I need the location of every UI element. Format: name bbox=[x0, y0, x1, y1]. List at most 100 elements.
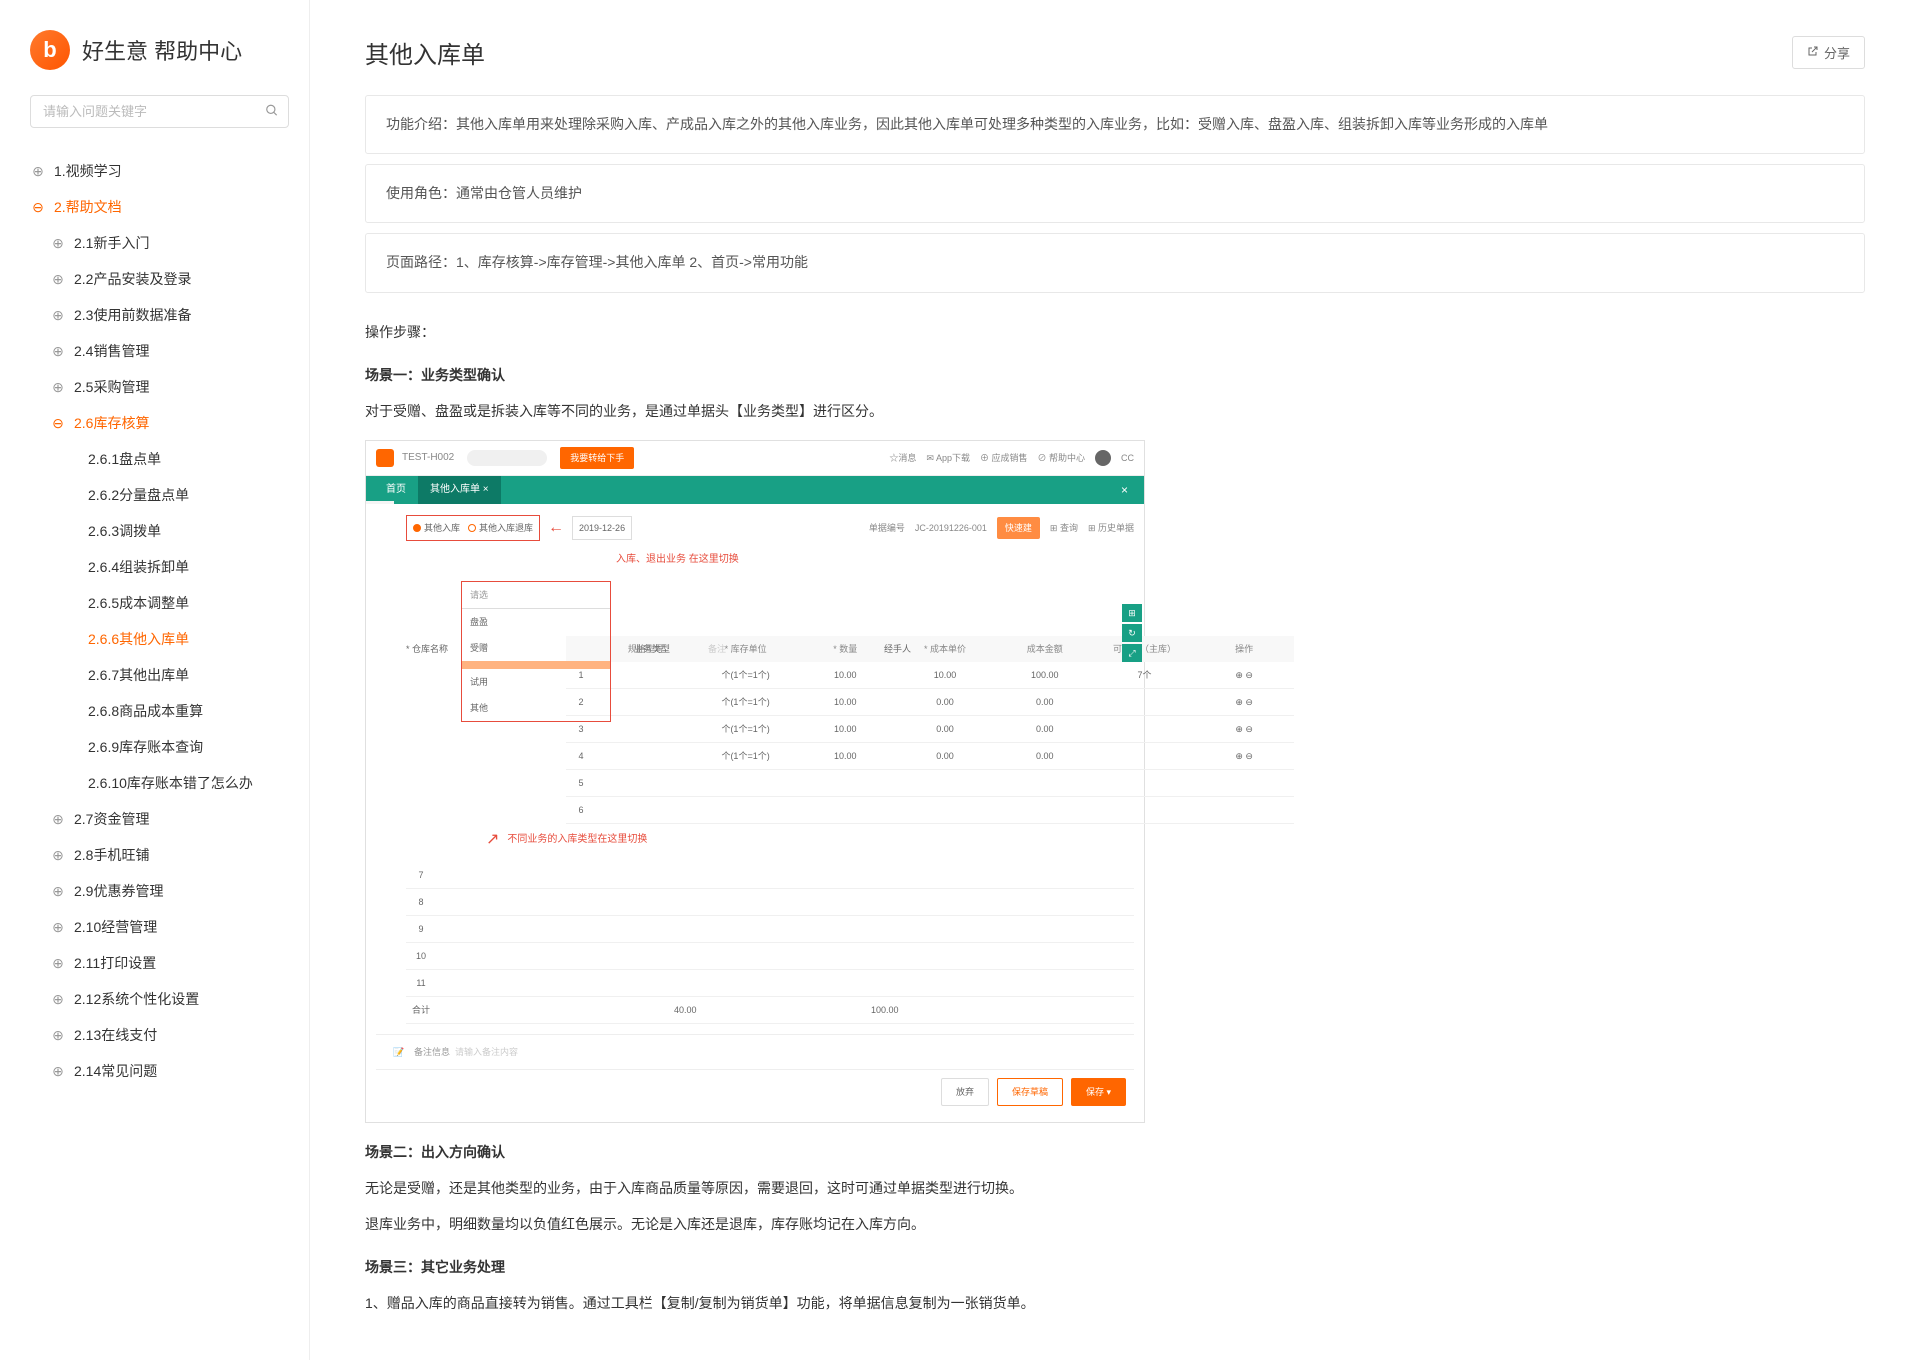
nav-2-6-10[interactable]: 2.6.10库存账本错了怎么办 bbox=[30, 765, 289, 801]
ss-topbar: TEST-H002 我要转给下手 ☆消息 ✉ App下载 ⊕ 应成销售 ⊘ 帮助… bbox=[366, 441, 1144, 476]
plus-icon: ⊕ bbox=[30, 163, 46, 179]
nav-video[interactable]: ⊕1.视频学习 bbox=[30, 153, 289, 189]
nav-2-6-6[interactable]: 2.6.6其他入库单 bbox=[30, 621, 289, 657]
nav-2-10[interactable]: ⊕2.10经营管理 bbox=[30, 909, 289, 945]
plus-icon: ⊕ bbox=[50, 955, 66, 971]
ss-dropdown: 请选 盘盈 受赠 试用 其他 bbox=[461, 581, 611, 722]
nav-2-2[interactable]: ⊕2.2产品安装及登录 bbox=[30, 261, 289, 297]
nav-2-1[interactable]: ⊕2.1新手入门 bbox=[30, 225, 289, 261]
path-box: 页面路径：1、库存核算->库存管理->其他入库单 2、首页->常用功能 bbox=[365, 233, 1865, 292]
plus-icon: ⊕ bbox=[50, 1063, 66, 1079]
nav-2-6-5[interactable]: 2.6.5成本调整单 bbox=[30, 585, 289, 621]
arrow-icon: ↗ bbox=[486, 824, 499, 856]
nav-2-12[interactable]: ⊕2.12系统个性化设置 bbox=[30, 981, 289, 1017]
embedded-screenshot: TEST-H002 我要转给下手 ☆消息 ✉ App下载 ⊕ 应成销售 ⊘ 帮助… bbox=[365, 440, 1145, 1123]
share-button[interactable]: 分享 bbox=[1792, 36, 1865, 69]
steps-label: 操作步骤： bbox=[365, 318, 1865, 346]
nav-2-6-9[interactable]: 2.6.9库存账本查询 bbox=[30, 729, 289, 765]
ss-date: 2019-12-26 bbox=[572, 516, 632, 540]
nav-2-11[interactable]: ⊕2.11打印设置 bbox=[30, 945, 289, 981]
scene2-text1: 无论是受赠，还是其他类型的业务，由于入库商品质量等原因，需要退回，这时可通过单据… bbox=[365, 1174, 1865, 1202]
ss-company: TEST-H002 bbox=[402, 448, 454, 468]
ss-type-selector: 其他入库 其他入库退库 bbox=[406, 515, 540, 541]
sidebar: b 好生意 帮助中心 ⊕1.视频学习 ⊖2.帮助文档 ⊕2.1新手入门 ⊕2.2… bbox=[0, 0, 310, 1360]
ss-annotation-1: 入库、退出业务 在这里切换 bbox=[616, 550, 739, 570]
logo: b 好生意 帮助中心 bbox=[30, 30, 289, 70]
plus-icon: ⊕ bbox=[50, 919, 66, 935]
scene2-title: 场景二：出入方向确认 bbox=[365, 1138, 1865, 1166]
nav-2-6-1[interactable]: 2.6.1盘点单 bbox=[30, 441, 289, 477]
ss-tabbar: 首页 其他入库单 × × bbox=[366, 476, 1144, 504]
ss-right-rail: ⊞ ↻ ⤢ bbox=[1122, 604, 1144, 662]
ss-tab-home: 首页 bbox=[374, 476, 418, 504]
arrow-icon: ← bbox=[548, 512, 564, 544]
minus-icon: ⊖ bbox=[50, 415, 66, 431]
ss-tool-icon: ↻ bbox=[1122, 624, 1142, 642]
plus-icon: ⊕ bbox=[50, 991, 66, 1007]
nav-2-9[interactable]: ⊕2.9优惠券管理 bbox=[30, 873, 289, 909]
plus-icon: ⊕ bbox=[50, 307, 66, 323]
plus-icon: ⊕ bbox=[50, 847, 66, 863]
ss-tool-icon: ⤢ bbox=[1122, 644, 1142, 662]
ss-username: CC bbox=[1121, 449, 1134, 467]
scene3-title: 场景三：其它业务处理 bbox=[365, 1253, 1865, 1281]
ss-annotation-2: 不同业务的入库类型在这里切换 bbox=[507, 830, 647, 850]
nav-2-6-3[interactable]: 2.6.3调拨单 bbox=[30, 513, 289, 549]
plus-icon: ⊕ bbox=[50, 271, 66, 287]
ss-buttons: 放弃 保存草稿 保存 ▾ bbox=[376, 1069, 1134, 1114]
nav-docs[interactable]: ⊖2.帮助文档 bbox=[30, 189, 289, 225]
nav-2-8[interactable]: ⊕2.8手机旺铺 bbox=[30, 837, 289, 873]
ss-tab-current: 其他入库单 × bbox=[418, 476, 501, 504]
role-box: 使用角色：通常由仓管人员维护 bbox=[365, 164, 1865, 223]
nav-2-7[interactable]: ⊕2.7资金管理 bbox=[30, 801, 289, 837]
search-icon[interactable] bbox=[265, 103, 279, 120]
ss-top-btn: 我要转给下手 bbox=[560, 447, 634, 469]
nav-2-14[interactable]: ⊕2.14常见问题 bbox=[30, 1053, 289, 1089]
scene2-text2: 退库业务中，明细数量均以负值红色展示。无论是入库还是退库，库存账均记在入库方向。 bbox=[365, 1210, 1865, 1238]
plus-icon: ⊕ bbox=[50, 379, 66, 395]
intro-box: 功能介绍：其他入库单用来处理除采购入库、产成品入库之外的其他入库业务，因此其他入… bbox=[365, 95, 1865, 154]
nav-2-6[interactable]: ⊖2.6库存核算 bbox=[30, 405, 289, 441]
ss-logo-icon bbox=[376, 449, 394, 467]
plus-icon: ⊕ bbox=[50, 1027, 66, 1043]
nav-2-6-4[interactable]: 2.6.4组装拆卸单 bbox=[30, 549, 289, 585]
ss-table: 规格型号 * 库存单位 * 数量 * 成本单价 成本金额 可用量（主库） 操作 … bbox=[566, 636, 1294, 824]
plus-icon: ⊕ bbox=[50, 811, 66, 827]
scene1-title: 场景一：业务类型确认 bbox=[365, 361, 1865, 389]
ss-menu-help: ⊘ 帮助中心 bbox=[1037, 449, 1085, 467]
ss-menu-app: ✉ App下载 bbox=[926, 449, 970, 467]
plus-icon: ⊕ bbox=[50, 343, 66, 359]
radio-icon bbox=[413, 524, 421, 532]
ss-cancel-btn: 放弃 bbox=[941, 1078, 989, 1106]
ss-search bbox=[467, 450, 547, 466]
scene1-text: 对于受赠、盘盈或是拆装入库等不同的业务，是通过单据头【业务类型】进行区分。 bbox=[365, 397, 1865, 425]
ss-draft-btn: 保存草稿 bbox=[997, 1078, 1063, 1106]
nav-tree: ⊕1.视频学习 ⊖2.帮助文档 ⊕2.1新手入门 ⊕2.2产品安装及登录 ⊕2.… bbox=[30, 153, 289, 1089]
nav-2-6-2[interactable]: 2.6.2分量盘点单 bbox=[30, 477, 289, 513]
plus-icon: ⊕ bbox=[50, 235, 66, 251]
content-section: 操作步骤： 场景一：业务类型确认 对于受赠、盘盈或是拆装入库等不同的业务，是通过… bbox=[365, 318, 1865, 1317]
scene3-text: 1、赠品入库的商品直接转为销售。通过工具栏【复制/复制为销货单】功能，将单据信息… bbox=[365, 1289, 1865, 1317]
nav-2-5[interactable]: ⊕2.5采购管理 bbox=[30, 369, 289, 405]
ss-avatar-icon bbox=[1095, 450, 1111, 466]
ss-memo: 📝 备注信息 请输入备注内容 bbox=[376, 1034, 1134, 1069]
search-box bbox=[30, 95, 289, 128]
nav-2-6-7[interactable]: 2.6.7其他出库单 bbox=[30, 657, 289, 693]
ss-tool-icon: ⊞ bbox=[1122, 604, 1142, 622]
share-icon bbox=[1807, 45, 1819, 60]
ss-menu-msg: ☆消息 bbox=[889, 449, 916, 467]
ss-save-btn: 保存 ▾ bbox=[1071, 1078, 1126, 1106]
plus-icon: ⊕ bbox=[50, 883, 66, 899]
logo-icon: b bbox=[30, 30, 70, 70]
search-input[interactable] bbox=[30, 95, 289, 128]
ss-close-icon: × bbox=[1113, 478, 1136, 502]
minus-icon: ⊖ bbox=[30, 199, 46, 215]
page-header: 其他入库单 分享 bbox=[365, 35, 1865, 70]
logo-text: 好生意 帮助中心 bbox=[82, 34, 242, 66]
radio-icon bbox=[468, 524, 476, 532]
main-content: 其他入库单 分享 功能介绍：其他入库单用来处理除采购入库、产成品入库之外的其他入… bbox=[310, 0, 1920, 1360]
nav-2-3[interactable]: ⊕2.3使用前数据准备 bbox=[30, 297, 289, 333]
nav-2-4[interactable]: ⊕2.4销售管理 bbox=[30, 333, 289, 369]
nav-2-13[interactable]: ⊕2.13在线支付 bbox=[30, 1017, 289, 1053]
nav-2-6-8[interactable]: 2.6.8商品成本重算 bbox=[30, 693, 289, 729]
